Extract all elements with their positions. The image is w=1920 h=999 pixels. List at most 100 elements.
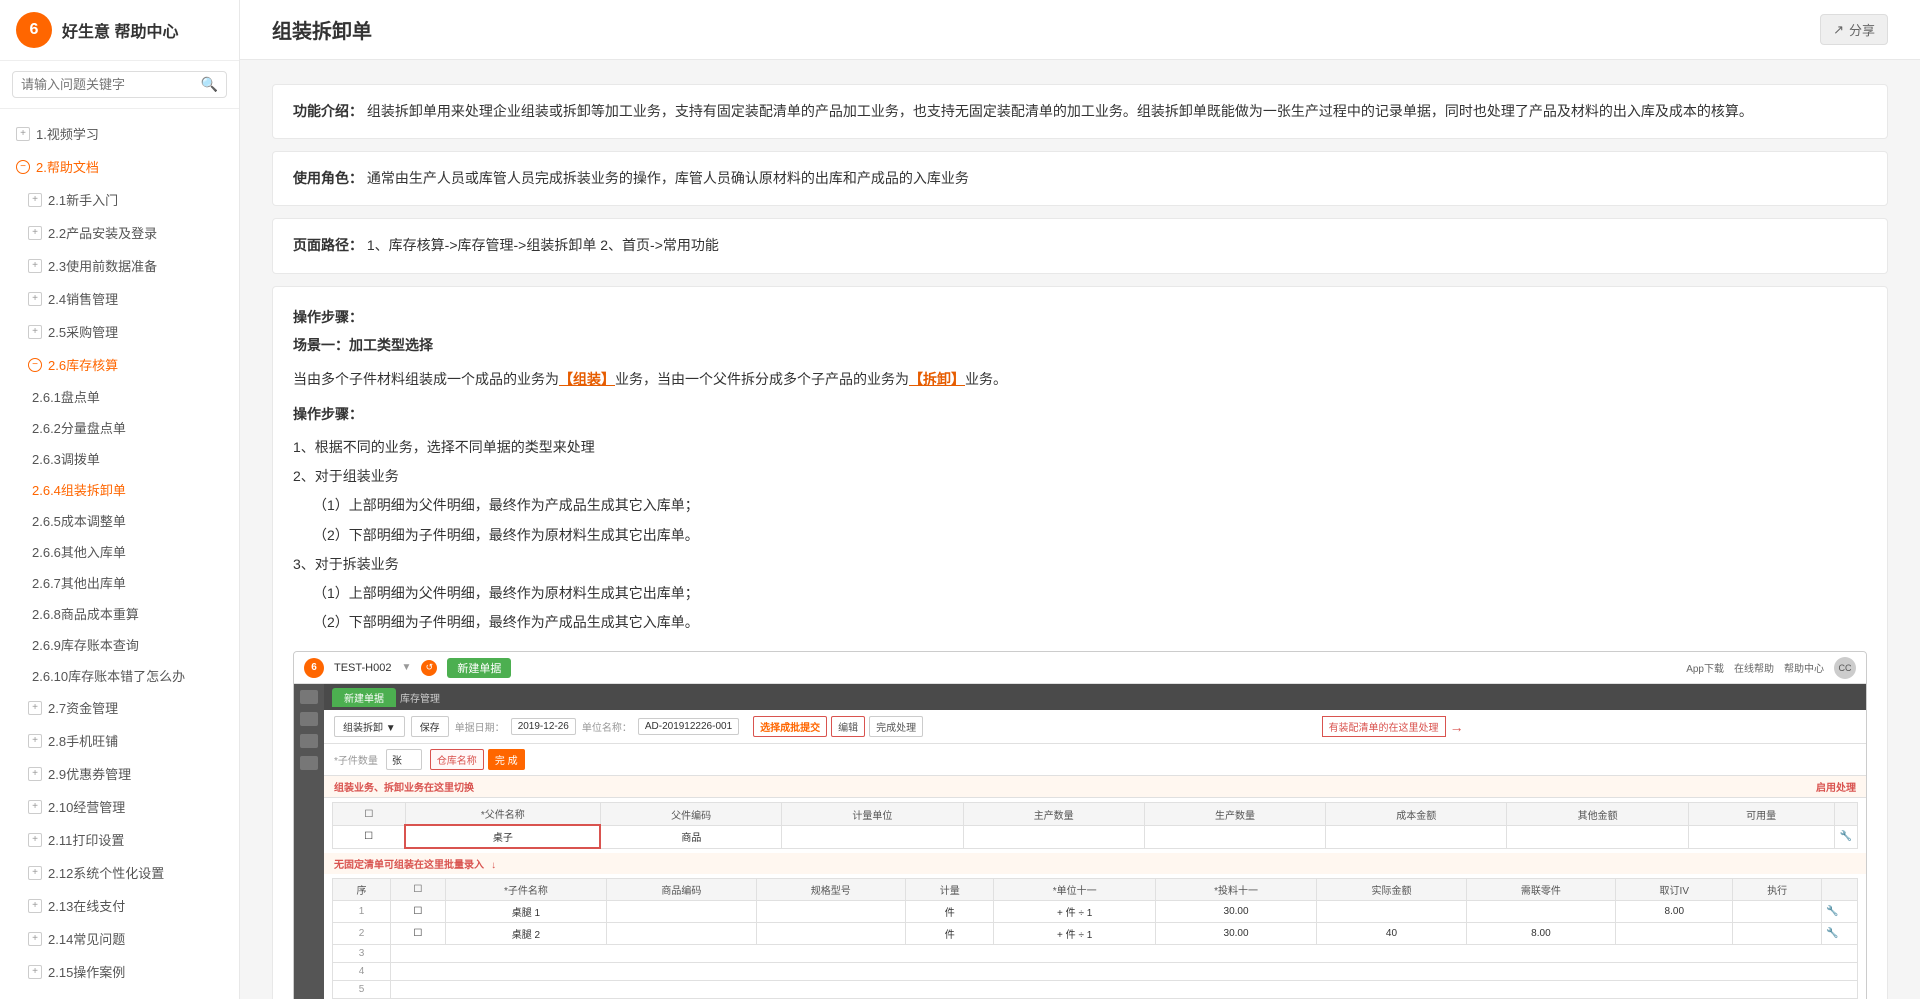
expand-icon: + — [28, 866, 42, 880]
search-input-wrap[interactable]: 🔍 — [12, 71, 227, 98]
sidebar-item-269[interactable]: 2.6.9库存账本查询 — [0, 629, 239, 660]
mock-new-doc-btn[interactable]: 新建单据 — [447, 658, 511, 678]
page-title: 组装拆卸单 — [272, 15, 372, 44]
sidebar-item-label: 2.8手机旺铺 — [48, 731, 118, 750]
sidebar-item-23[interactable]: + 2.3使用前数据准备 — [0, 249, 239, 282]
th-l-child-name: *子件名称 — [445, 879, 606, 901]
mock-type-field[interactable]: 组装拆卸 ▼ — [334, 716, 405, 737]
sidebar-item-212[interactable]: + 2.12系统个性化设置 — [0, 856, 239, 889]
td-row-ops: 🔧 — [1834, 825, 1857, 848]
search-icon[interactable]: 🔍 — [201, 76, 218, 93]
table-row: 5 — [333, 981, 1858, 999]
search-input[interactable] — [21, 77, 201, 92]
step2-2: （2）下部明细为子件明细，最终作为原材料生成其它出库单。 — [293, 523, 1867, 548]
share-button[interactable]: ↗ 分享 — [1820, 14, 1888, 45]
mock-table-upper: ☐ *父件名称 父件编码 计量单位 主产数量 生产数量 成本金额 其他金额 可用 — [332, 802, 1858, 849]
sidebar-item-28[interactable]: + 2.8手机旺铺 — [0, 724, 239, 757]
table-row: 3 — [333, 945, 1858, 963]
collapse-icon: − — [28, 358, 42, 372]
td-l-name2: 桌腿 2 — [445, 923, 606, 945]
td-checkbox: ☐ — [333, 825, 406, 848]
step3-1: （1）上部明细为父件明细，最终作为原材料生成其它出库单； — [293, 581, 1867, 606]
role-text: 通常由生产人员或库管人员完成拆装业务的操作，库管人员确认原材料的出库和产成品的入… — [367, 170, 969, 186]
td-l-cb2: ☐ — [390, 923, 445, 945]
td-l-spec2 — [756, 923, 905, 945]
intro-text: 组装拆卸单用来处理企业组装或拆卸等加工业务，支持有固定装配清单的产品加工业务，也… — [367, 103, 1753, 119]
td-l-parts2: 8.00 — [1466, 923, 1615, 945]
sidebar-item-263[interactable]: 2.6.3调拨单 — [0, 443, 239, 474]
sidebar-item-213[interactable]: + 2.13在线支付 — [0, 889, 239, 922]
table-row: 4 — [333, 963, 1858, 981]
td-parent-name: 桌子 — [405, 825, 600, 848]
sidebar-item-21[interactable]: + 2.1新手入门 — [0, 183, 239, 216]
sidebar-item-label: 2.9优惠券管理 — [48, 764, 131, 783]
td-l-unit2: 件 — [906, 923, 994, 945]
sidebar-item-215[interactable]: + 2.15操作案例 — [0, 955, 239, 988]
td-l-order2 — [1616, 923, 1733, 945]
th-l-checkbox: ☐ — [390, 879, 445, 901]
td-l-rowops1: 🔧 — [1821, 901, 1857, 923]
th-l-plan-qty: *单位十一 — [994, 879, 1155, 901]
mock-tab[interactable]: 库存管理 — [400, 690, 440, 705]
mock-help: 在线帮助 — [1734, 660, 1774, 675]
mock-count-field[interactable]: 张 — [386, 749, 422, 770]
mock-table-lower: 序 ☐ *子件名称 商品编码 规格型号 计量 *单位十一 *投料十一 实际金额 — [332, 878, 1858, 999]
sidebar: 6 好生意 帮助中心 🔍 + 1.视频学习 − 2.帮助文档 + 2.1新手入门… — [0, 0, 240, 999]
td-l-order1: 8.00 — [1616, 901, 1733, 923]
th-l-no: 序 — [333, 879, 391, 901]
sidebar-item-label: 2.10经营管理 — [48, 797, 125, 816]
search-box: 🔍 — [0, 61, 239, 109]
td-l-input1: 30.00 — [1155, 901, 1316, 923]
main-area: 组装拆卸单 ↗ 分享 功能介绍： 组装拆卸单用来处理企业组装或拆卸等加工业务，支… — [240, 0, 1920, 999]
ops-steps-sublabel: 操作步骤： — [293, 406, 363, 422]
mock-edit-btn[interactable]: 编辑 — [831, 716, 865, 737]
mock-date-field[interactable]: 2019-12-26 — [511, 718, 576, 735]
sidebar-item-label: 2.7资金管理 — [48, 698, 118, 717]
td-l-exec1 — [1733, 901, 1822, 923]
mock-complete-btn[interactable]: 完 成 — [488, 749, 525, 770]
td-l-plan1: + 件 ÷ 1 — [994, 901, 1155, 923]
mock-unit-field[interactable]: AD-201912226-001 — [638, 718, 739, 735]
mock-sidebar-icon2 — [300, 712, 318, 726]
sidebar-item-266[interactable]: 2.6.6其他入库单 — [0, 536, 239, 567]
sidebar-item-268[interactable]: 2.6.8商品成本重算 — [0, 598, 239, 629]
mock-logo: 6 — [304, 658, 324, 678]
sidebar-item-264[interactable]: 2.6.4组装拆卸单 — [0, 474, 239, 505]
mock-save-btn[interactable]: 保存 — [411, 716, 449, 737]
sidebar-item-2610[interactable]: 2.6.10库存账本错了怎么办 — [0, 660, 239, 691]
sidebar-item-261[interactable]: 2.6.1盘点单 — [0, 381, 239, 412]
sidebar-item-211[interactable]: + 2.11打印设置 — [0, 823, 239, 856]
mock-warehouse-field[interactable]: 仓库名称 — [430, 749, 484, 770]
td-avail — [1688, 825, 1834, 848]
td-l-rowops2: 🔧 — [1821, 923, 1857, 945]
td-l-plan2: + 件 ÷ 1 — [994, 923, 1155, 945]
td-l-code1 — [607, 901, 756, 923]
sidebar-item-262[interactable]: 2.6.2分量盘点单 — [0, 412, 239, 443]
mock-apps: App下载 — [1686, 660, 1724, 675]
sidebar-item-210[interactable]: + 2.10经营管理 — [0, 790, 239, 823]
arrow-down4: ↓ — [491, 860, 496, 871]
td-cost — [1326, 825, 1507, 848]
role-label: 使用角色： — [293, 170, 363, 186]
sidebar-item-26[interactable]: − 2.6库存核算 — [0, 348, 239, 381]
mock-assembly-btn[interactable]: 选择成批提交 — [753, 716, 827, 737]
sidebar-item-214[interactable]: + 2.14常见问题 — [0, 922, 239, 955]
td-l-code2 — [607, 923, 756, 945]
mock-finish-btn[interactable]: 完成处理 — [869, 716, 923, 737]
mock-tab-active[interactable]: 新建单据 — [332, 688, 396, 707]
sidebar-item-label: 2.2产品安装及登录 — [48, 223, 157, 242]
sidebar-item-25[interactable]: + 2.5采购管理 — [0, 315, 239, 348]
sidebar-item-267[interactable]: 2.6.7其他出库单 — [0, 567, 239, 598]
sidebar-item-help[interactable]: − 2.帮助文档 — [0, 150, 239, 183]
nav-list: + 1.视频学习 − 2.帮助文档 + 2.1新手入门 + 2.2产品安装及登录… — [0, 109, 239, 999]
step2: 2、对于组装业务 — [293, 464, 1867, 489]
logo-icon: 6 — [16, 12, 52, 48]
sidebar-item-24[interactable]: + 2.4销售管理 — [0, 282, 239, 315]
sidebar-item-265[interactable]: 2.6.5成本调整单 — [0, 505, 239, 536]
intro-box: 功能介绍： 组装拆卸单用来处理企业组装或拆卸等加工业务，支持有固定装配清单的产品… — [272, 84, 1888, 139]
sidebar-item-22[interactable]: + 2.2产品安装及登录 — [0, 216, 239, 249]
sidebar-item-27[interactable]: + 2.7资金管理 — [0, 691, 239, 724]
sidebar-item-video[interactable]: + 1.视频学习 — [0, 117, 239, 150]
sidebar-item-29[interactable]: + 2.9优惠券管理 — [0, 757, 239, 790]
sidebar-item-label: 2.15操作案例 — [48, 962, 125, 981]
